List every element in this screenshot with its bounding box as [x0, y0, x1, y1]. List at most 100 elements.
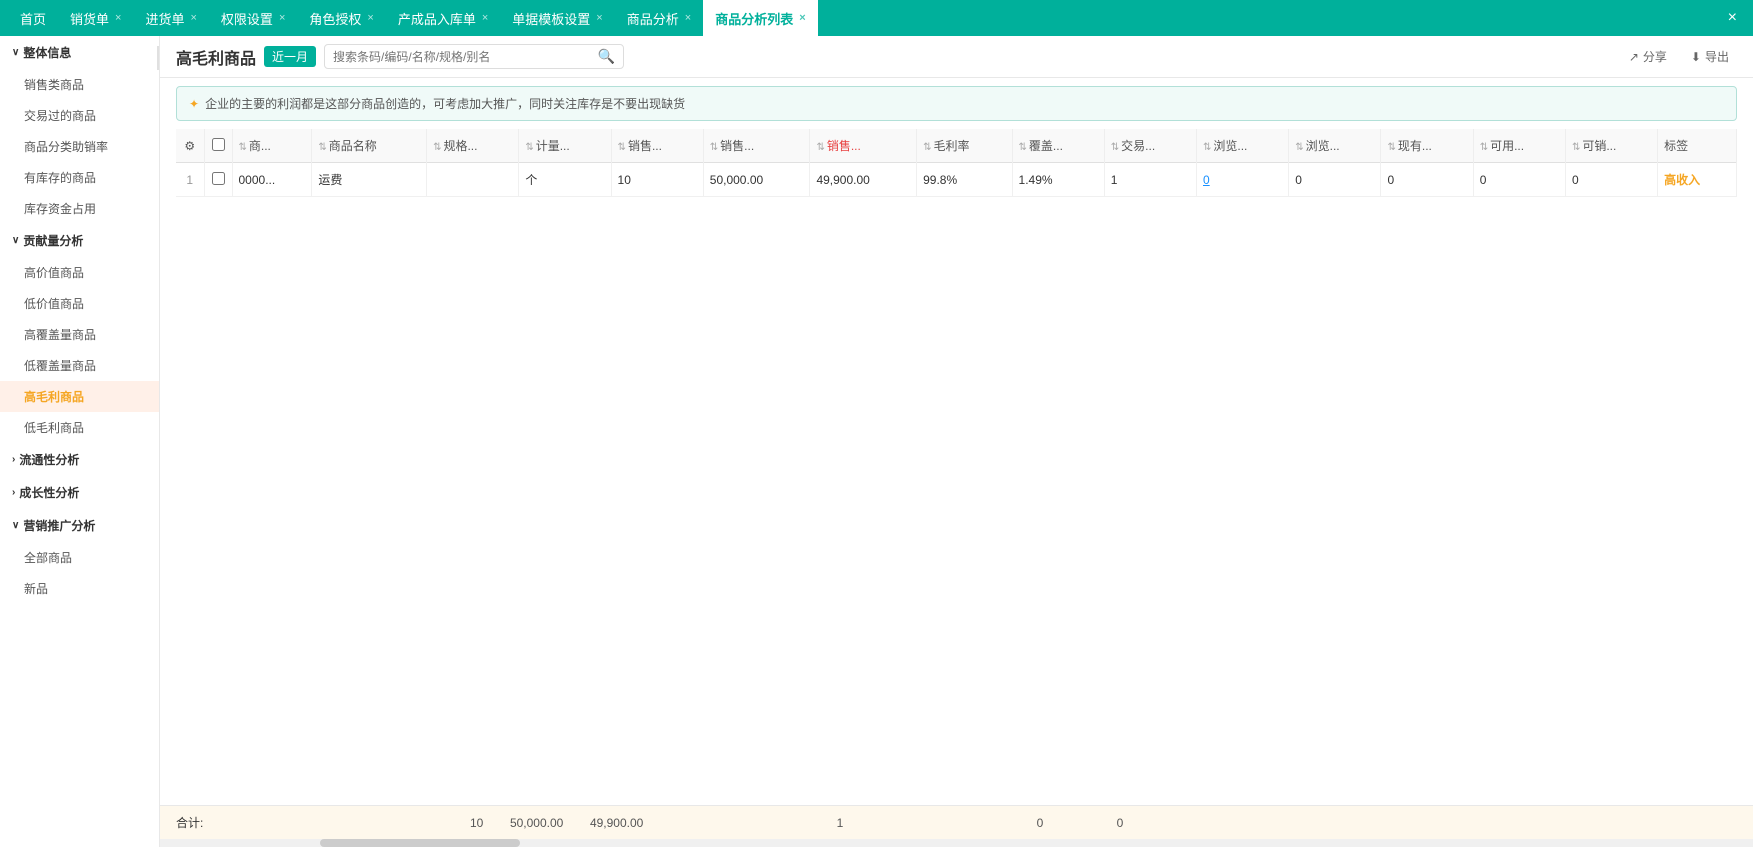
nav-home[interactable]: 首页: [8, 0, 58, 36]
info-banner: ✦ 企业的主要的利润都是这部分商品创造的，可考虑加大推广，同时关注库存是不要出现…: [176, 86, 1737, 121]
col-sales1[interactable]: ⇅销售...: [611, 129, 703, 163]
close-permission-settings[interactable]: ×: [279, 12, 285, 24]
content-area: 高毛利商品 近一月 🔍 ↗ 分享 ⬇ 导出 ✦ 企业的主要的利润都是这部分商品创…: [160, 36, 1753, 847]
select-all-checkbox[interactable]: [212, 138, 225, 151]
arrow-growth-icon: ›: [12, 487, 15, 498]
col-available[interactable]: ⇅可用...: [1473, 129, 1565, 163]
row-code: 0000...: [232, 163, 312, 197]
col-unit[interactable]: ⇅计量...: [519, 129, 611, 163]
close-all-tabs[interactable]: ×: [1720, 9, 1745, 27]
scrollbar-thumb[interactable]: [320, 839, 520, 847]
content-header: 高毛利商品 近一月 🔍 ↗ 分享 ⬇ 导出: [160, 36, 1753, 78]
sidebar-item-high-value[interactable]: 高价值商品: [0, 257, 159, 288]
row-available: 0: [1473, 163, 1565, 197]
sidebar-item-high-coverage[interactable]: 高覆盖量商品: [0, 319, 159, 350]
nav-purchase-order[interactable]: 进货单 ×: [133, 0, 208, 36]
sidebar-item-category-sales-rate[interactable]: 商品分类助销率: [0, 131, 159, 162]
sidebar: « ∨ 整体信息 销售类商品 交易过的商品 商品分类助销率 有库存的商品 库存资…: [0, 36, 160, 847]
sidebar-item-low-coverage[interactable]: 低覆盖量商品: [0, 350, 159, 381]
footer-summary: 合计: 10 50,000.00 49,900.00 1 0 0: [160, 805, 1753, 839]
row-name: 运费: [312, 163, 427, 197]
sidebar-item-new-goods[interactable]: 新品: [0, 573, 159, 604]
col-code[interactable]: ⇅商...: [232, 129, 312, 163]
share-button[interactable]: ↗ 分享: [1621, 44, 1675, 69]
close-purchase-order[interactable]: ×: [190, 12, 196, 24]
sidebar-group-liquidity[interactable]: › 流通性分析: [0, 443, 159, 476]
col-sales3[interactable]: ⇅销售...: [810, 129, 917, 163]
footer-current: 0: [1051, 816, 1131, 830]
col-browse1[interactable]: ⇅浏览...: [1197, 129, 1289, 163]
row-select-checkbox[interactable]: [212, 172, 225, 185]
sidebar-item-low-value[interactable]: 低价值商品: [0, 288, 159, 319]
table-wrapper[interactable]: ⚙ ⇅商... ⇅商品名称 ⇅规格... ⇅计量... ⇅销售... ⇅销售..…: [160, 129, 1753, 805]
search-box: 🔍: [324, 44, 624, 69]
close-sales-order[interactable]: ×: [115, 12, 121, 24]
sidebar-group-growth[interactable]: › 成长性分析: [0, 476, 159, 509]
share-icon: ↗: [1629, 50, 1639, 64]
close-product-inbound[interactable]: ×: [482, 12, 488, 24]
close-product-analysis[interactable]: ×: [685, 12, 691, 24]
sidebar-item-in-stock-goods[interactable]: 有库存的商品: [0, 162, 159, 193]
nav-permission-settings[interactable]: 权限设置 ×: [209, 0, 297, 36]
close-product-analysis-list[interactable]: ×: [799, 12, 805, 24]
nav-product-inbound[interactable]: 产成品入库单 ×: [386, 0, 500, 36]
search-input[interactable]: [333, 50, 598, 64]
sidebar-collapse-button[interactable]: «: [157, 46, 160, 70]
sidebar-item-stock-fund[interactable]: 库存资金占用: [0, 193, 159, 224]
close-template-settings[interactable]: ×: [596, 12, 602, 24]
top-nav: 首页 销货单 × 进货单 × 权限设置 × 角色授权 × 产成品入库单 × 单据…: [0, 0, 1753, 36]
sidebar-group-marketing[interactable]: ∨ 营销推广分析: [0, 509, 159, 542]
col-transaction[interactable]: ⇅交易...: [1104, 129, 1196, 163]
row-browse2: 0: [1289, 163, 1381, 197]
sidebar-item-low-margin[interactable]: 低毛利商品: [0, 412, 159, 443]
col-browse2[interactable]: ⇅浏览...: [1289, 129, 1381, 163]
row-sales1: 10: [611, 163, 703, 197]
nav-role-auth[interactable]: 角色授权 ×: [297, 0, 385, 36]
col-coverage[interactable]: ⇅覆盖...: [1012, 129, 1104, 163]
sidebar-item-all-goods[interactable]: 全部商品: [0, 542, 159, 573]
footer-sales3: 49,900.00: [571, 816, 651, 830]
sidebar-group-contribution[interactable]: ∨ 贡献量分析: [0, 224, 159, 257]
search-icon[interactable]: 🔍: [598, 48, 615, 65]
row-unit: 个: [519, 163, 611, 197]
row-browse1[interactable]: 0: [1197, 163, 1289, 197]
col-current[interactable]: ⇅现有...: [1381, 129, 1473, 163]
col-sellable[interactable]: ⇅可销...: [1565, 129, 1657, 163]
close-role-auth[interactable]: ×: [367, 12, 373, 24]
col-checkbox: [204, 129, 232, 163]
nav-product-analysis[interactable]: 商品分析 ×: [615, 0, 703, 36]
col-spec[interactable]: ⇅规格...: [427, 129, 519, 163]
row-gross-rate: 99.8%: [917, 163, 1012, 197]
sidebar-item-sales-goods[interactable]: 销售类商品: [0, 69, 159, 100]
row-transaction: 1: [1104, 163, 1196, 197]
row-coverage: 1.49%: [1012, 163, 1104, 197]
col-sales2[interactable]: ⇅销售...: [703, 129, 810, 163]
time-range-button[interactable]: 近一月: [264, 46, 316, 67]
footer-sales2: 50,000.00: [491, 816, 571, 830]
row-tag: 高收入: [1658, 163, 1737, 197]
col-name[interactable]: ⇅商品名称: [312, 129, 427, 163]
arrow-contribution-icon: ∨: [12, 235, 19, 246]
product-table: ⚙ ⇅商... ⇅商品名称 ⇅规格... ⇅计量... ⇅销售... ⇅销售..…: [176, 129, 1737, 197]
footer-browse2: 0: [971, 816, 1051, 830]
nav-product-analysis-list[interactable]: 商品分析列表 ×: [703, 0, 817, 36]
col-settings[interactable]: ⚙: [176, 129, 204, 163]
nav-template-settings[interactable]: 单据模板设置 ×: [500, 0, 614, 36]
row-sales2: 50,000.00: [703, 163, 810, 197]
table-row: 1 0000... 运费 个 10 50,000.00 49,900.00 99…: [176, 163, 1737, 197]
export-icon: ⬇: [1691, 50, 1701, 64]
table-header-row: ⚙ ⇅商... ⇅商品名称 ⇅规格... ⇅计量... ⇅销售... ⇅销售..…: [176, 129, 1737, 163]
row-checkbox: [204, 163, 232, 197]
col-tag[interactable]: 标签: [1658, 129, 1737, 163]
nav-sales-order[interactable]: 销货单 ×: [58, 0, 133, 36]
row-sellable: 0: [1565, 163, 1657, 197]
sidebar-item-high-margin[interactable]: 高毛利商品: [0, 381, 159, 412]
export-button[interactable]: ⬇ 导出: [1683, 44, 1737, 69]
row-spec: [427, 163, 519, 197]
col-gross-rate[interactable]: ⇅毛利率: [917, 129, 1012, 163]
row-sales3: 49,900.00: [810, 163, 917, 197]
sidebar-group-overall[interactable]: ∨ 整体信息: [0, 36, 159, 69]
horizontal-scrollbar[interactable]: [160, 839, 1753, 847]
footer-transaction: 1: [771, 816, 851, 830]
sidebar-item-traded-goods[interactable]: 交易过的商品: [0, 100, 159, 131]
